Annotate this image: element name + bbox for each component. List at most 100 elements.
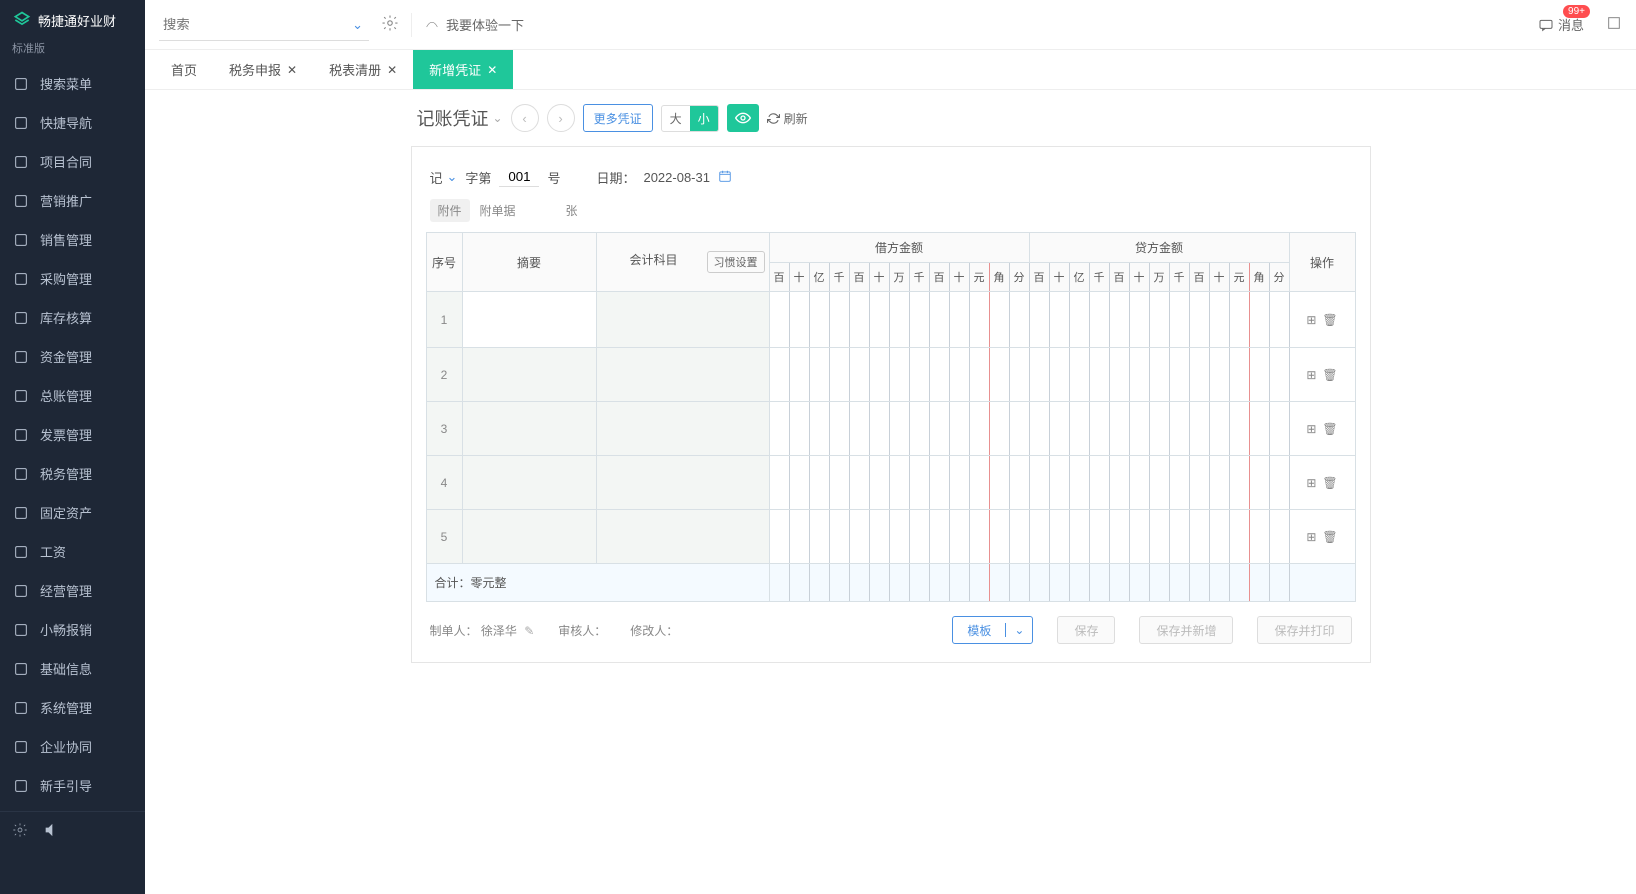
refresh-button[interactable]: 刷新	[767, 110, 808, 127]
template-button[interactable]: 模板 ⌄	[952, 616, 1033, 644]
sidebar-item-label: 销售管理	[40, 230, 92, 249]
chevron-down-icon: ⌄	[447, 169, 458, 185]
sidebar-item-label: 基础信息	[40, 659, 92, 678]
more-vouchers-button[interactable]: 更多凭证	[583, 104, 653, 132]
close-icon[interactable]: ✕	[487, 63, 497, 77]
col-seq: 序号	[426, 233, 462, 292]
gear-icon[interactable]	[381, 14, 399, 35]
add-row-icon[interactable]: ⊞	[1306, 313, 1316, 327]
sidebar-item[interactable]: 销售管理	[0, 220, 145, 259]
sound-icon[interactable]	[44, 822, 60, 841]
topbar: ⌄ 我要体验一下 消息 99+	[145, 0, 1636, 50]
brand-name: 畅捷通好业财	[38, 11, 116, 30]
subject-cell[interactable]	[596, 348, 769, 402]
attachment-button[interactable]: 附件	[430, 199, 470, 222]
add-row-icon[interactable]: ⊞	[1306, 530, 1316, 544]
nav-icon	[12, 777, 30, 795]
sidebar-item[interactable]: 工资	[0, 532, 145, 571]
voucher-meta: 记 ⌄ 字第 号 日期： 2022-08-31	[426, 161, 1356, 199]
nav-icon	[12, 465, 30, 483]
size-small-button[interactable]: 小	[690, 106, 718, 131]
sidebar-item[interactable]: 税务管理	[0, 454, 145, 493]
chevron-down-icon[interactable]: ⌄	[493, 111, 503, 125]
delete-row-icon[interactable]: 🗑	[1322, 476, 1337, 490]
sidebar-item[interactable]: 发票管理	[0, 415, 145, 454]
brand-icon	[12, 10, 32, 30]
size-large-button[interactable]: 大	[662, 106, 690, 131]
view-button[interactable]	[727, 104, 759, 132]
sidebar-footer	[0, 811, 145, 851]
voucher-toolbar: 记账凭证 ⌄ ‹ › 更多凭证 大 小 刷新	[411, 104, 1371, 132]
table-row: 2⊞🗑	[426, 348, 1355, 402]
subject-cell[interactable]	[596, 456, 769, 510]
sidebar-item[interactable]: 营销推广	[0, 181, 145, 220]
expand-icon[interactable]	[1606, 15, 1622, 34]
delete-row-icon[interactable]: 🗑	[1322, 422, 1337, 436]
subject-cell[interactable]	[596, 292, 769, 348]
calendar-icon[interactable]	[718, 169, 732, 186]
summary-cell[interactable]	[462, 456, 596, 510]
sidebar-item[interactable]: 采购管理	[0, 259, 145, 298]
sidebar-item[interactable]: 搜索菜单	[0, 64, 145, 103]
sidebar-item[interactable]: 基础信息	[0, 649, 145, 688]
add-row-icon[interactable]: ⊞	[1306, 476, 1316, 490]
subject-cell[interactable]	[596, 402, 769, 456]
delete-row-icon[interactable]: 🗑	[1322, 313, 1337, 327]
sidebar-item[interactable]: 快捷导航	[0, 103, 145, 142]
sidebar-item[interactable]: 库存核算	[0, 298, 145, 337]
summary-cell[interactable]	[462, 348, 596, 402]
sidebar-item[interactable]: 项目合同	[0, 142, 145, 181]
sidebar-item-label: 系统管理	[40, 698, 92, 717]
sidebar-item[interactable]: 企业协同	[0, 727, 145, 766]
experience-link[interactable]: 我要体验一下	[424, 15, 524, 34]
sidebar-item-label: 采购管理	[40, 269, 92, 288]
messages-button[interactable]: 消息 99+	[1538, 15, 1584, 34]
subject-cell[interactable]	[596, 510, 769, 564]
add-row-icon[interactable]: ⊞	[1306, 422, 1316, 436]
delete-row-icon[interactable]: 🗑	[1322, 530, 1337, 544]
creator-name: 徐泽华	[481, 624, 517, 638]
seq-cell: 4	[426, 456, 462, 510]
size-toggle: 大 小	[661, 105, 719, 132]
summary-input[interactable]	[463, 292, 596, 344]
nav-icon	[12, 114, 30, 132]
voucher-type-select[interactable]: 记 ⌄	[430, 168, 458, 187]
sidebar-item[interactable]: 新手引导	[0, 766, 145, 805]
save-new-button[interactable]: 保存并新增	[1139, 616, 1233, 644]
sidebar-item-label: 营销推广	[40, 191, 92, 210]
date-value[interactable]: 2022-08-31	[643, 170, 710, 185]
summary-cell[interactable]	[462, 510, 596, 564]
nav-icon	[12, 192, 30, 210]
sidebar: 畅捷通好业财 标准版 搜索菜单快捷导航项目合同营销推广销售管理采购管理库存核算资…	[0, 0, 145, 894]
voucher-meta-2: 附件 附单据 张	[426, 199, 1356, 232]
save-print-button[interactable]: 保存并打印	[1257, 616, 1351, 644]
voucher-number-input[interactable]	[499, 167, 539, 187]
close-icon[interactable]: ✕	[287, 63, 297, 77]
sidebar-item[interactable]: 小畅报销	[0, 610, 145, 649]
save-button[interactable]: 保存	[1057, 616, 1115, 644]
sidebar-item[interactable]: 固定资产	[0, 493, 145, 532]
prev-button[interactable]: ‹	[511, 104, 539, 132]
close-icon[interactable]: ✕	[387, 63, 397, 77]
tab[interactable]: 新增凭证✕	[413, 50, 513, 89]
tab[interactable]: 首页	[155, 50, 213, 89]
sidebar-item[interactable]: 系统管理	[0, 688, 145, 727]
summary-cell[interactable]	[462, 292, 596, 348]
settings-icon[interactable]	[12, 822, 28, 841]
table-row: 3⊞🗑	[426, 402, 1355, 456]
habit-button[interactable]: 习惯设置	[707, 251, 765, 273]
sidebar-item[interactable]: 经营管理	[0, 571, 145, 610]
next-button[interactable]: ›	[547, 104, 575, 132]
summary-cell[interactable]	[462, 402, 596, 456]
search-input[interactable]	[159, 9, 369, 41]
add-row-icon[interactable]: ⊞	[1306, 368, 1316, 382]
sidebar-item[interactable]: 总账管理	[0, 376, 145, 415]
nav-icon	[12, 660, 30, 678]
edit-icon[interactable]: ✎	[524, 624, 534, 638]
delete-row-icon[interactable]: 🗑	[1322, 368, 1337, 382]
sidebar-item[interactable]: 资金管理	[0, 337, 145, 376]
chevron-down-icon[interactable]: ⌄	[352, 17, 363, 33]
tab[interactable]: 税表清册✕	[313, 50, 413, 89]
sidebar-item-label: 固定资产	[40, 503, 92, 522]
tab[interactable]: 税务申报✕	[213, 50, 313, 89]
